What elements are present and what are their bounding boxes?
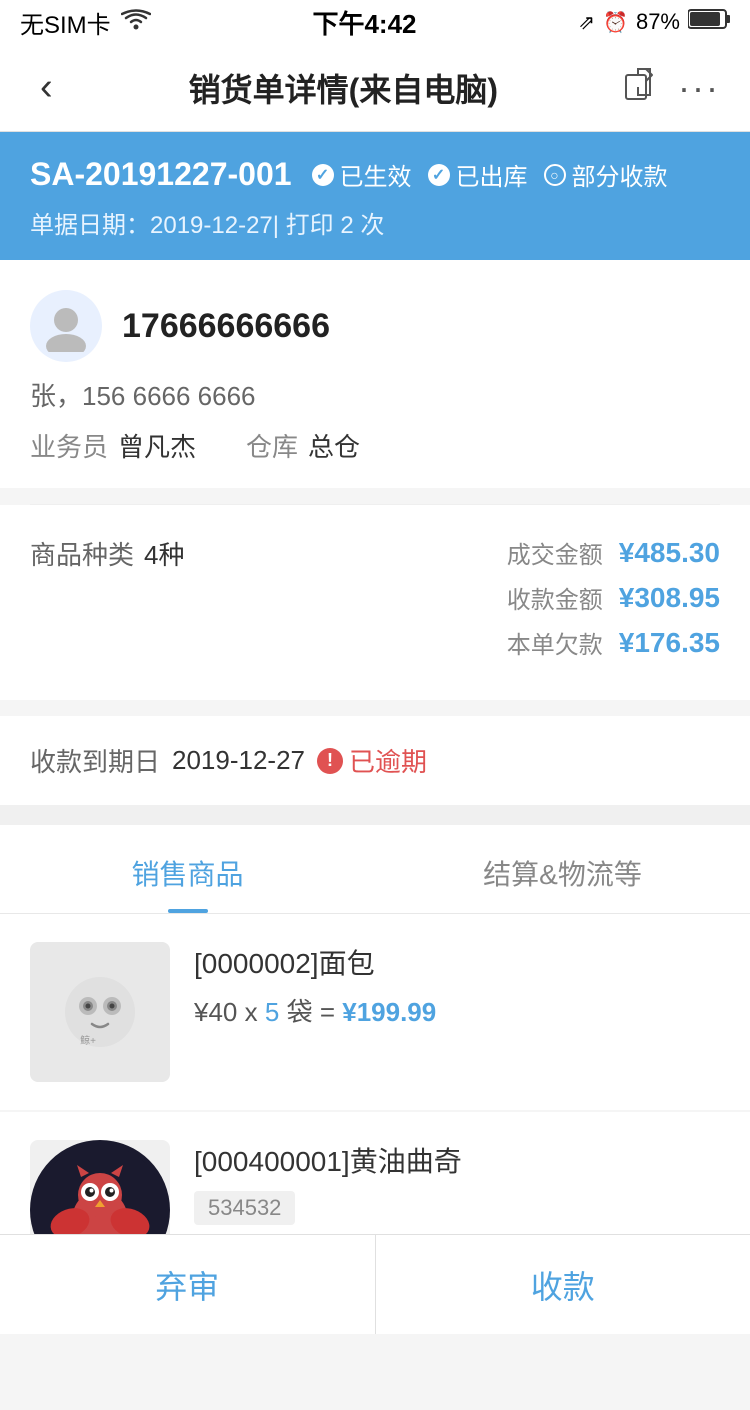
product-info-1: [0000002]面包 ¥40 x 5 袋 = ¥199.99 <box>194 942 720 1029</box>
nav-bar: ‹ 销货单详情(来自电脑) ··· <box>0 44 750 132</box>
order-header: SA-20191227-001 ✓ 已生效 ✓ 已出库 ○ 部分收款 单据日期：… <box>0 132 750 260</box>
battery-text: 87% <box>636 9 680 35</box>
product-placeholder-1: 鲸+ <box>30 942 170 1082</box>
status-bar-time: 下午4:42 <box>312 4 416 41</box>
collect-payment-button[interactable]: 收款 <box>376 1235 750 1334</box>
order-status-badges: ✓ 已生效 ✓ 已出库 ○ 部分收款 <box>312 157 668 192</box>
category-item: 商品种类 4种 <box>30 535 184 572</box>
product-image-1: 鲸+ <box>30 942 170 1082</box>
product-name-1: [0000002]面包 <box>194 942 720 982</box>
summary-row: 商品种类 4种 成交金额 ¥485.30 收款金额 ¥308.95 本单欠款 ¥… <box>30 535 720 670</box>
order-id: SA-20191227-001 <box>30 156 292 193</box>
amount-label: 成交金额 <box>507 535 603 570</box>
product-tag-2: 534532 <box>194 1191 295 1225</box>
sales-meta: 业务员 曾凡杰 <box>30 427 196 464</box>
warehouse-meta: 仓库 总仓 <box>246 427 360 464</box>
category-label: 商品种类 <box>30 535 134 572</box>
debt-label: 本单欠款 <box>507 625 603 660</box>
due-label: 收款到期日 <box>30 742 160 779</box>
collect-payment-label: 收款 <box>531 1262 595 1308</box>
wifi-icon <box>121 8 151 37</box>
category-value: 4种 <box>144 535 184 572</box>
due-section: 收款到期日 2019-12-27 ! 已逾期 <box>0 716 750 805</box>
due-date-value: 2019-12-27 <box>172 745 305 776</box>
summary-right: 成交金额 ¥485.30 收款金额 ¥308.95 本单欠款 ¥176.35 <box>507 535 720 670</box>
overdue-icon: ! <box>317 748 343 774</box>
location-icon: ⇗ <box>578 10 595 35</box>
product-name-2: [000400001]黄油曲奇 <box>194 1140 720 1180</box>
nav-title: 销货单详情(来自电脑) <box>189 65 498 111</box>
tabs-section: 销售商品 结算&物流等 <box>0 825 750 914</box>
battery-icon <box>688 8 730 36</box>
status-badge-shipped: ✓ 已出库 <box>428 157 528 192</box>
check-icon-1: ✓ <box>312 164 334 186</box>
check-icon-2: ✓ <box>428 164 450 186</box>
share-button[interactable] <box>624 67 658 109</box>
order-date-row: 单据日期：2019-12-27| 打印 2 次 <box>30 205 720 240</box>
tabs-row: 销售商品 结算&物流等 <box>0 825 750 913</box>
summary-left: 商品种类 4种 <box>30 535 184 576</box>
nav-actions: ··· <box>624 67 720 109</box>
received-label: 收款金额 <box>507 580 603 615</box>
date-value: 2019-12-27 <box>150 212 273 239</box>
product-card-1: 鲸+ [0000002]面包 ¥40 x 5 袋 = ¥199.99 <box>0 914 750 1110</box>
status-bar: 无SIM卡 下午4:42 ⇗ ⏰ 87% <box>0 0 750 44</box>
back-button[interactable]: ‹ <box>30 56 63 119</box>
more-button[interactable]: ··· <box>678 67 720 109</box>
product-price-1: ¥40 x 5 袋 = ¥199.99 <box>194 992 720 1029</box>
avatar <box>30 290 102 362</box>
price-unit-1: ¥40 <box>194 997 237 1027</box>
svg-text:鲸+: 鲸+ <box>80 1034 96 1047</box>
carrier-text: 无SIM卡 <box>20 5 111 40</box>
status-bar-left: 无SIM卡 <box>20 5 151 40</box>
overdue-text: 已逾期 <box>349 742 427 779</box>
debt-row: 本单欠款 ¥176.35 <box>507 625 720 660</box>
received-row: 收款金额 ¥308.95 <box>507 580 720 615</box>
customer-section: 17666666666 张，156 6666 6666 业务员 曾凡杰 仓库 总… <box>0 260 750 488</box>
sales-label: 业务员 <box>30 427 108 464</box>
bottom-bar: 弃审 收款 <box>0 1234 750 1334</box>
customer-phone: 17666666666 <box>122 307 330 346</box>
sales-value: 曾凡杰 <box>118 427 196 464</box>
status-bar-right: ⇗ ⏰ 87% <box>578 8 730 36</box>
qty-unit-1: 袋 <box>287 997 313 1027</box>
amount-row: 成交金额 ¥485.30 <box>507 535 720 570</box>
tab-settlement[interactable]: 结算&物流等 <box>375 825 750 913</box>
tab-sales-products[interactable]: 销售商品 <box>0 825 375 913</box>
clock-icon: ○ <box>544 164 566 186</box>
total-1: ¥199.99 <box>342 997 436 1027</box>
status-badge-partial: ○ 部分收款 <box>544 157 668 192</box>
alarm-icon: ⏰ <box>603 10 628 35</box>
print-info: | 打印 2 次 <box>273 212 385 239</box>
customer-name-phone: 张，156 6666 6666 <box>30 376 720 413</box>
status-badge-effective: ✓ 已生效 <box>312 157 412 192</box>
abandon-review-button[interactable]: 弃审 <box>0 1235 376 1334</box>
warehouse-label: 仓库 <box>246 427 298 464</box>
abandon-review-label: 弃审 <box>155 1262 219 1308</box>
amount-value: ¥485.30 <box>619 537 720 569</box>
date-label: 单据日期： <box>30 212 150 239</box>
received-value: ¥308.95 <box>619 582 720 614</box>
debt-value: ¥176.35 <box>619 627 720 659</box>
overdue-badge: ! 已逾期 <box>317 742 427 779</box>
warehouse-value: 总仓 <box>308 427 360 464</box>
summary-section: 商品种类 4种 成交金额 ¥485.30 收款金额 ¥308.95 本单欠款 ¥… <box>0 505 750 700</box>
customer-row: 17666666666 <box>30 290 720 362</box>
qty-1: 5 <box>265 997 279 1027</box>
customer-meta: 业务员 曾凡杰 仓库 总仓 <box>30 427 720 464</box>
gray-separator <box>0 805 750 825</box>
